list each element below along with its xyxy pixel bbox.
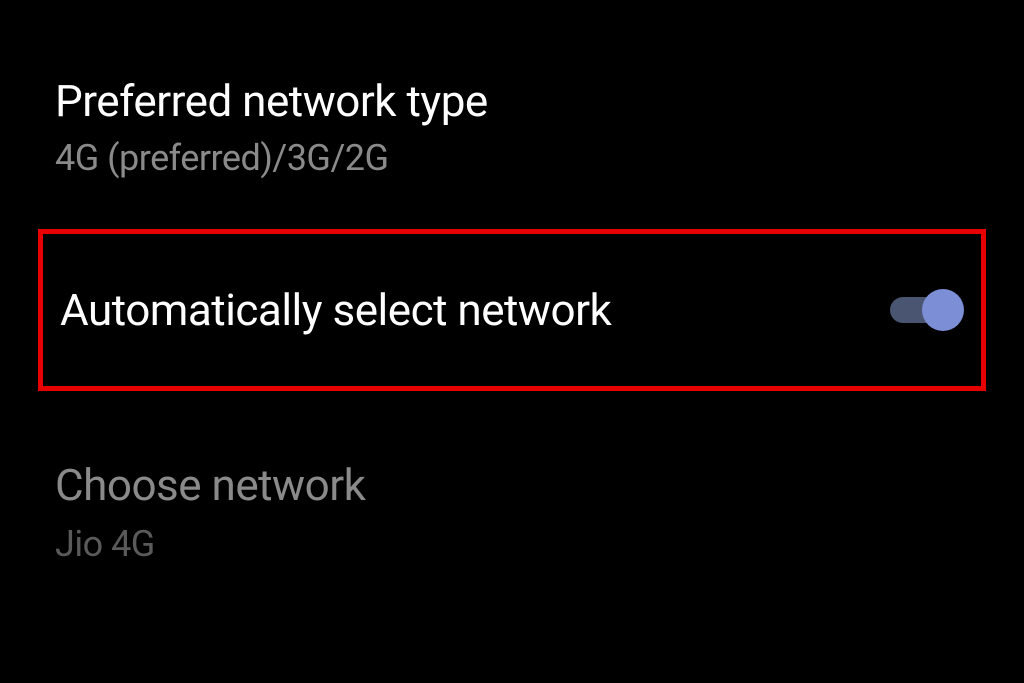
choose-network-item: Choose network Jio 4G	[0, 391, 1024, 565]
auto-select-network-title: Automatically select network	[60, 284, 611, 336]
preferred-network-value: 4G (preferred)/3G/2G	[55, 137, 969, 179]
network-settings-panel: Preferred network type 4G (preferred)/3G…	[0, 0, 1024, 565]
auto-select-toggle[interactable]	[890, 289, 964, 331]
choose-network-value: Jio 4G	[55, 523, 969, 565]
preferred-network-title: Preferred network type	[55, 75, 969, 127]
preferred-network-type-item[interactable]: Preferred network type 4G (preferred)/3G…	[0, 0, 1024, 229]
choose-network-title: Choose network	[55, 459, 969, 511]
auto-select-network-item[interactable]: Automatically select network	[38, 229, 986, 391]
toggle-thumb	[922, 289, 964, 331]
